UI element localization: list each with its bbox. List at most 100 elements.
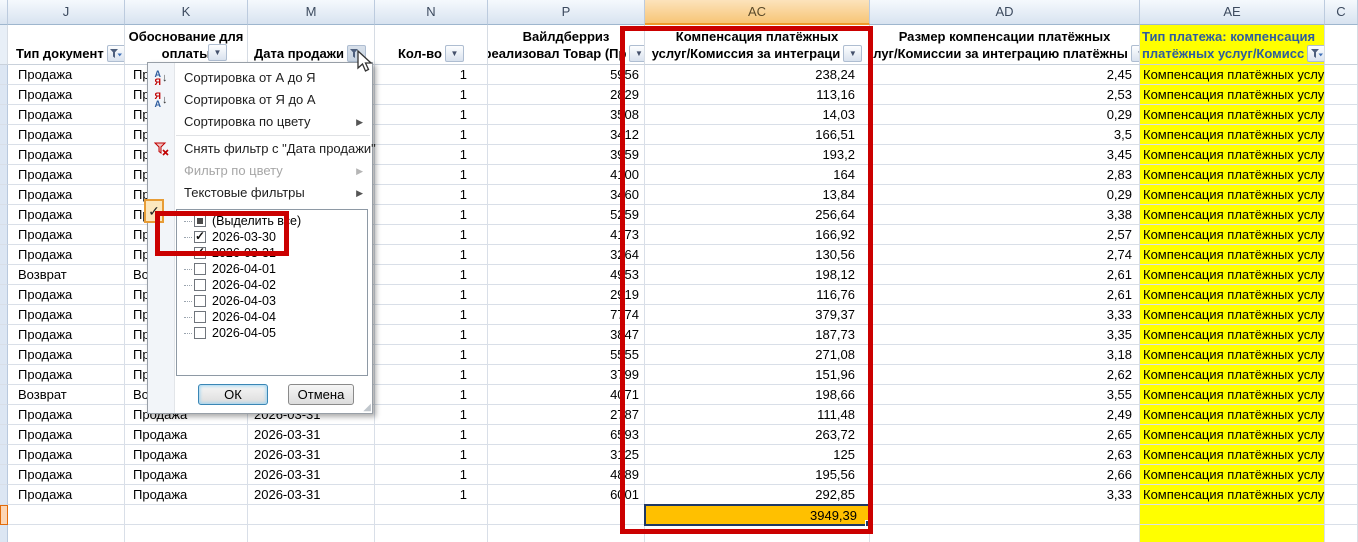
filter-value-item[interactable]: 2026-04-04 <box>177 309 367 325</box>
table-cell-n[interactable]: 1 <box>375 265 488 285</box>
table-cell-n[interactable]: 1 <box>375 245 488 265</box>
table-cell-x[interactable] <box>1325 225 1358 245</box>
table-cell-j[interactable]: Продажа <box>8 225 125 245</box>
header-cell-ae[interactable]: Тип платежа: компенсация платёжных услуг/… <box>1140 25 1325 65</box>
column-header-n[interactable]: N <box>375 0 488 25</box>
filter-funnel-button[interactable] <box>106 45 124 62</box>
column-header-j[interactable]: J <box>8 0 125 25</box>
table-cell-ae[interactable]: Компенсация платёжных услуг <box>1140 325 1329 345</box>
total-row-cell[interactable] <box>1325 505 1358 525</box>
table-cell-j[interactable]: Продажа <box>8 205 125 225</box>
table-cell-ad[interactable]: 3,33 <box>870 305 1140 325</box>
table-cell-x[interactable] <box>1325 265 1358 285</box>
table-cell-n[interactable]: 1 <box>375 125 488 145</box>
table-cell-x[interactable] <box>1325 165 1358 185</box>
table-cell-ad[interactable]: 0,29 <box>870 185 1140 205</box>
table-cell-x[interactable] <box>1325 325 1358 345</box>
table-cell-ac[interactable]: 125 <box>645 445 870 465</box>
checkbox-checked[interactable] <box>194 245 206 259</box>
table-cell-ac[interactable]: 198,66 <box>645 385 870 405</box>
dropdown-arrow-button[interactable]: ▼ <box>444 45 464 62</box>
table-cell-x[interactable] <box>1325 485 1358 505</box>
table-cell-ad[interactable]: 3,33 <box>870 485 1140 505</box>
header-cell-p[interactable]: Вайлдберриз реализовал Товар (Пр ▼ <box>488 25 645 65</box>
table-cell-x[interactable] <box>1325 65 1358 85</box>
table-cell-ae[interactable]: Компенсация платёжных услуг <box>1140 405 1329 425</box>
column-header-x[interactable]: C <box>1325 0 1358 25</box>
table-cell-k[interactable]: Продажа <box>125 465 248 485</box>
ok-button[interactable]: ОК <box>198 384 268 405</box>
table-cell-n[interactable]: 1 <box>375 285 488 305</box>
table-cell-x[interactable] <box>1325 285 1358 305</box>
table-cell-p[interactable]: 7774 <box>488 305 645 325</box>
table-cell-n[interactable]: 1 <box>375 445 488 465</box>
table-cell-ae[interactable]: Компенсация платёжных услуг <box>1140 285 1329 305</box>
header-cell-n[interactable]: Кол-во ▼ <box>375 25 488 65</box>
filter-value-item[interactable]: 2026-04-02 <box>177 277 367 293</box>
table-cell-p[interactable]: 4889 <box>488 465 645 485</box>
table-cell-ad[interactable]: 3,45 <box>870 145 1140 165</box>
column-header-m[interactable]: M <box>248 0 375 25</box>
checkbox-checked[interactable] <box>194 229 206 243</box>
table-cell-n[interactable]: 1 <box>375 345 488 365</box>
menu-item-text-filters[interactable]: Текстовые фильтры ▶ <box>148 182 372 204</box>
table-cell-ae[interactable]: Компенсация платёжных услуг <box>1140 65 1329 85</box>
table-cell-x[interactable] <box>1325 145 1358 165</box>
table-cell-m[interactable]: 2026-03-31 <box>248 445 375 465</box>
table-cell-n[interactable]: 1 <box>375 425 488 445</box>
table-cell-p[interactable]: 3412 <box>488 125 645 145</box>
table-cell-j[interactable]: Продажа <box>8 465 125 485</box>
table-cell-p[interactable]: 3847 <box>488 325 645 345</box>
filter-value-item[interactable]: 2026-03-31 <box>177 245 367 261</box>
table-cell-ac[interactable]: 116,76 <box>645 285 870 305</box>
resize-grip[interactable]: ◢ <box>363 403 371 413</box>
table-cell-n[interactable]: 1 <box>375 465 488 485</box>
table-cell-n[interactable]: 1 <box>375 365 488 385</box>
table-cell-ad[interactable]: 2,49 <box>870 405 1140 425</box>
table-cell-n[interactable]: 1 <box>375 385 488 405</box>
table-cell-ad[interactable]: 2,57 <box>870 225 1140 245</box>
table-cell-ad[interactable]: 3,5 <box>870 125 1140 145</box>
table-cell-p[interactable]: 2919 <box>488 285 645 305</box>
table-cell-ac[interactable]: 198,12 <box>645 265 870 285</box>
table-cell-ac[interactable]: 164 <box>645 165 870 185</box>
table-cell-ad[interactable]: 3,55 <box>870 385 1140 405</box>
table-cell-p[interactable]: 3264 <box>488 245 645 265</box>
table-cell-x[interactable] <box>1325 185 1358 205</box>
table-cell-p[interactable]: 5555 <box>488 345 645 365</box>
total-row-cell[interactable] <box>248 505 375 525</box>
table-cell-ac[interactable]: 13,84 <box>645 185 870 205</box>
table-cell-p[interactable]: 6593 <box>488 425 645 445</box>
table-cell-p[interactable]: 4100 <box>488 165 645 185</box>
table-cell-k[interactable]: Продажа <box>125 425 248 445</box>
table-cell-ae[interactable]: Компенсация платёжных услуг <box>1140 345 1329 365</box>
table-cell-j[interactable]: Возврат <box>8 265 125 285</box>
table-cell-ae[interactable]: Компенсация платёжных услуг <box>1140 185 1329 205</box>
table-cell-n[interactable]: 1 <box>375 225 488 245</box>
table-cell-n[interactable]: 1 <box>375 305 488 325</box>
table-cell-ad[interactable]: 2,61 <box>870 265 1140 285</box>
table-cell-x[interactable] <box>1325 445 1358 465</box>
table-cell-ae[interactable]: Компенсация платёжных услуг <box>1140 105 1329 125</box>
table-cell-x[interactable] <box>1325 105 1358 125</box>
table-cell-ae[interactable]: Компенсация платёжных услуг <box>1140 85 1329 105</box>
cancel-button[interactable]: Отмена <box>288 384 354 405</box>
table-cell-ae[interactable]: Компенсация платёжных услуг <box>1140 425 1329 445</box>
dropdown-arrow-button[interactable]: ▼ <box>208 44 227 61</box>
table-cell-p[interactable]: 4071 <box>488 385 645 405</box>
table-cell-ae[interactable]: Компенсация платёжных услуг <box>1140 485 1329 505</box>
total-row-cell[interactable] <box>125 505 248 525</box>
table-cell-p[interactable]: 5259 <box>488 205 645 225</box>
table-cell-ac[interactable]: 113,16 <box>645 85 870 105</box>
total-row-cell[interactable] <box>1140 505 1325 525</box>
table-cell-j[interactable]: Продажа <box>8 445 125 465</box>
column-header-p[interactable]: P <box>488 0 645 25</box>
table-cell-k[interactable]: Продажа <box>125 485 248 505</box>
column-header-ae[interactable]: AE <box>1140 0 1325 25</box>
table-cell-ae[interactable]: Компенсация платёжных услуг <box>1140 305 1329 325</box>
table-cell-k[interactable]: Продажа <box>125 445 248 465</box>
checkbox-unchecked[interactable] <box>194 279 206 291</box>
menu-item-sort-asc[interactable]: А Я ↓ Сортировка от А до Я <box>148 67 372 89</box>
filter-funnel-button[interactable] <box>346 45 366 62</box>
table-cell-ae[interactable]: Компенсация платёжных услуг <box>1140 165 1329 185</box>
